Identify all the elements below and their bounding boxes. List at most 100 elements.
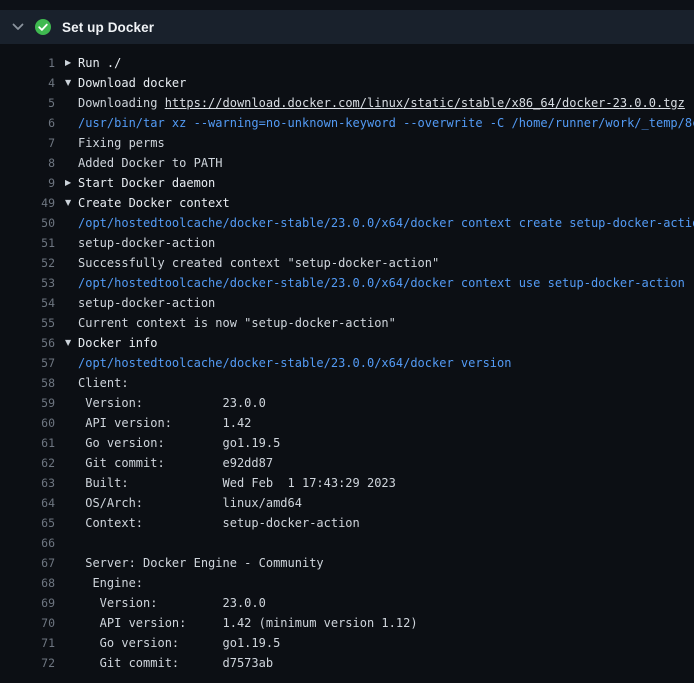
step-header[interactable]: Set up Docker — [0, 10, 694, 44]
line-number[interactable]: 56 — [0, 333, 55, 353]
log-line: 59 Version: 23.0.0 — [0, 393, 694, 413]
log-segment: Server: Docker Engine - Community — [78, 556, 324, 570]
gutter-spacer — [65, 213, 78, 233]
line-number[interactable]: 9 — [0, 173, 55, 193]
log-line: 55 Current context is now "setup-docker-… — [0, 313, 694, 333]
log-text: API version: 1.42 (minimum version 1.12) — [78, 613, 694, 633]
log-line: 60 API version: 1.42 — [0, 413, 694, 433]
log-segment: Go version: go1.19.5 — [78, 436, 280, 450]
log-line: 70 API version: 1.42 (minimum version 1.… — [0, 613, 694, 633]
log-text: Start Docker daemon — [78, 173, 694, 193]
log-text: Context: setup-docker-action — [78, 513, 694, 533]
log-area: 1 ▶ Run ./ 4 ▼ Download docker 5 Downloa… — [0, 44, 694, 683]
log-text: Version: 23.0.0 — [78, 393, 694, 413]
log-line: 71 Go version: go1.19.5 — [0, 633, 694, 653]
line-number[interactable]: 69 — [0, 593, 55, 613]
log-line: 8 Added Docker to PATH — [0, 153, 694, 173]
gutter-spacer — [65, 293, 78, 313]
line-number[interactable]: 5 — [0, 93, 55, 113]
line-number[interactable]: 8 — [0, 153, 55, 173]
line-number[interactable]: 59 — [0, 393, 55, 413]
line-number[interactable]: 60 — [0, 413, 55, 433]
log-line: 50 /opt/hostedtoolcache/docker-stable/23… — [0, 213, 694, 233]
group-collapsed-icon[interactable]: ▶ — [65, 173, 78, 193]
log-segment: Engine: — [78, 576, 143, 590]
log-text: Go version: go1.19.5 — [78, 633, 694, 653]
line-number[interactable]: 58 — [0, 373, 55, 393]
line-number[interactable]: 54 — [0, 293, 55, 313]
line-number[interactable]: 65 — [0, 513, 55, 533]
log-segment: /opt/hostedtoolcache/docker-stable/23.0.… — [78, 216, 694, 230]
log-line: 65 Context: setup-docker-action — [0, 513, 694, 533]
log-segment: setup-docker-action — [78, 296, 215, 310]
log-text: /usr/bin/tar xz --warning=no-unknown-key… — [78, 113, 694, 133]
gutter-spacer — [65, 453, 78, 473]
chevron-down-icon[interactable] — [12, 21, 24, 33]
log-segment: setup-docker-action — [78, 236, 215, 250]
gutter-spacer — [65, 93, 78, 113]
log-text: Current context is now "setup-docker-act… — [78, 313, 694, 333]
gutter-spacer — [65, 273, 78, 293]
log-segment: Docker info — [78, 336, 157, 350]
line-number[interactable]: 62 — [0, 453, 55, 473]
line-number[interactable]: 49 — [0, 193, 55, 213]
line-number[interactable]: 6 — [0, 113, 55, 133]
log-segment: /opt/hostedtoolcache/docker-stable/23.0.… — [78, 356, 511, 370]
group-expanded-icon[interactable]: ▼ — [65, 333, 78, 353]
gutter-spacer — [65, 493, 78, 513]
log-group-line[interactable]: 1 ▶ Run ./ — [0, 53, 694, 73]
line-number[interactable]: 53 — [0, 273, 55, 293]
page-background-strip — [0, 0, 694, 10]
log-text: /opt/hostedtoolcache/docker-stable/23.0.… — [78, 213, 694, 233]
line-number[interactable]: 55 — [0, 313, 55, 333]
group-collapsed-icon[interactable]: ▶ — [65, 53, 78, 73]
log-segment: API version: 1.42 (minimum version 1.12) — [78, 616, 418, 630]
line-number[interactable]: 50 — [0, 213, 55, 233]
step-title: Set up Docker — [62, 20, 154, 35]
gutter-spacer — [65, 153, 78, 173]
log-group-line[interactable]: 56 ▼ Docker info — [0, 333, 694, 353]
line-number[interactable]: 68 — [0, 573, 55, 593]
line-number[interactable]: 57 — [0, 353, 55, 373]
line-number[interactable]: 63 — [0, 473, 55, 493]
log-group-line[interactable]: 4 ▼ Download docker — [0, 73, 694, 93]
log-segment: OS/Arch: linux/amd64 — [78, 496, 302, 510]
line-number[interactable]: 4 — [0, 73, 55, 93]
line-number[interactable]: 72 — [0, 653, 55, 673]
log-text: Client: — [78, 373, 694, 393]
log-text: Docker info — [78, 333, 694, 353]
line-number[interactable]: 51 — [0, 233, 55, 253]
line-number[interactable]: 61 — [0, 433, 55, 453]
log-segment: Fixing perms — [78, 136, 165, 150]
log-text: Create Docker context — [78, 193, 694, 213]
log-segment: Download docker — [78, 76, 186, 90]
log-text: Download docker — [78, 73, 694, 93]
line-number[interactable]: 66 — [0, 533, 55, 553]
gutter-spacer — [65, 413, 78, 433]
line-number[interactable]: 52 — [0, 253, 55, 273]
line-number[interactable]: 1 — [0, 53, 55, 73]
log-segment: Current context is now "setup-docker-act… — [78, 316, 396, 330]
gutter-spacer — [65, 633, 78, 653]
gutter-spacer — [65, 593, 78, 613]
log-group-line[interactable]: 49 ▼ Create Docker context — [0, 193, 694, 213]
line-number[interactable]: 67 — [0, 553, 55, 573]
log-text: Go version: go1.19.5 — [78, 433, 694, 453]
log-url-link[interactable]: https://download.docker.com/linux/static… — [165, 96, 685, 110]
line-number[interactable]: 71 — [0, 633, 55, 653]
line-number[interactable]: 70 — [0, 613, 55, 633]
log-line: 68 Engine: — [0, 573, 694, 593]
log-line: 64 OS/Arch: linux/amd64 — [0, 493, 694, 513]
log-line: 7 Fixing perms — [0, 133, 694, 153]
line-number[interactable]: 7 — [0, 133, 55, 153]
gutter-spacer — [65, 533, 78, 553]
group-expanded-icon[interactable]: ▼ — [65, 73, 78, 93]
log-line: 53 /opt/hostedtoolcache/docker-stable/23… — [0, 273, 694, 293]
group-expanded-icon[interactable]: ▼ — [65, 193, 78, 213]
log-text: Version: 23.0.0 — [78, 593, 694, 613]
log-text: Run ./ — [78, 53, 694, 73]
gutter-spacer — [65, 253, 78, 273]
log-line: 61 Go version: go1.19.5 — [0, 433, 694, 453]
log-group-line[interactable]: 9 ▶ Start Docker daemon — [0, 173, 694, 193]
line-number[interactable]: 64 — [0, 493, 55, 513]
